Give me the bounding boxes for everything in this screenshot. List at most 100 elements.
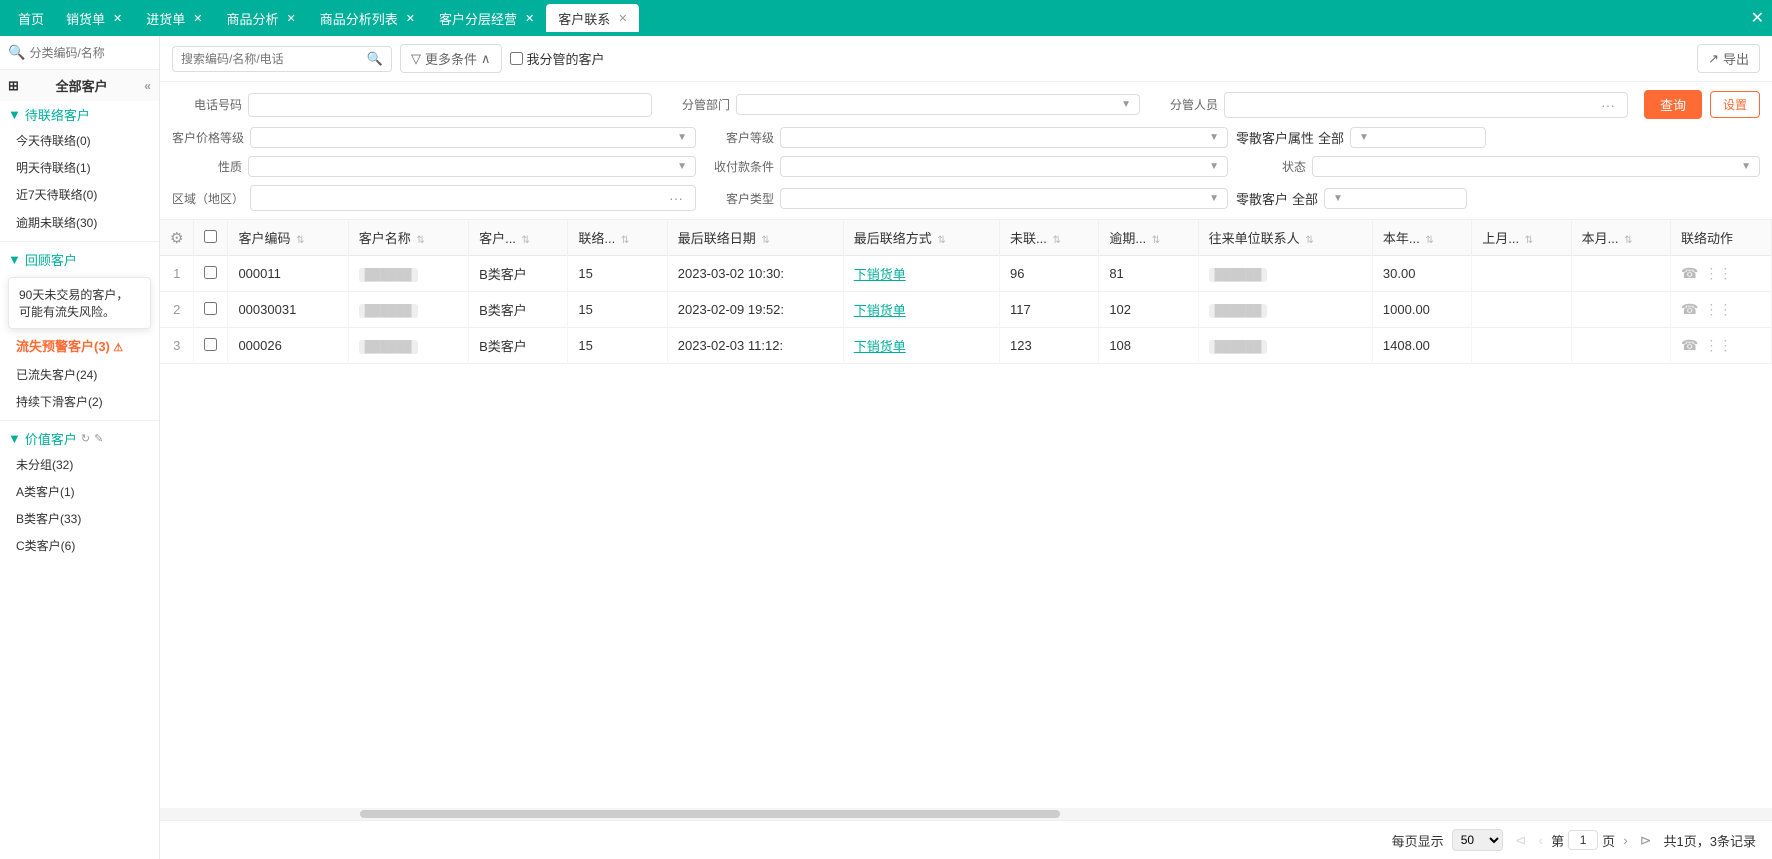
- tab-product-analysis[interactable]: 商品分析 ✕: [214, 4, 307, 32]
- sort-icon-unit-contact[interactable]: ⇅: [1305, 235, 1313, 246]
- sort-icon-name[interactable]: ⇅: [416, 235, 424, 246]
- row-2-checkbox[interactable]: [204, 302, 217, 315]
- edit-icon[interactable]: ✎: [94, 432, 103, 445]
- zero-customer-select[interactable]: ▼: [1324, 188, 1467, 209]
- gear-icon[interactable]: ⚙: [170, 230, 183, 247]
- sidebar-item-b-customers[interactable]: B类客户(33): [0, 506, 159, 533]
- row-1-select[interactable]: [194, 256, 228, 292]
- row-2-last-way[interactable]: 下销货单: [843, 292, 999, 328]
- th-checkbox[interactable]: [194, 220, 228, 256]
- sort-icon-contact-count[interactable]: ⇅: [621, 235, 629, 246]
- search-input[interactable]: [181, 52, 363, 66]
- tab-purchase-order[interactable]: 进货单 ✕: [134, 4, 214, 32]
- sort-icon-code[interactable]: ⇅: [296, 235, 304, 246]
- sort-icon-last-date[interactable]: ⇅: [761, 235, 769, 246]
- row-3-select[interactable]: [194, 328, 228, 364]
- dept-select[interactable]: ▼: [736, 94, 1140, 115]
- window-close-icon[interactable]: ✕: [1751, 8, 1764, 28]
- th-last-date[interactable]: 最后联络日期 ⇅: [667, 220, 843, 256]
- sidebar-item-a-customers[interactable]: A类客户(1): [0, 479, 159, 506]
- more-conditions-btn[interactable]: ▽ 更多条件 ∧: [400, 44, 502, 73]
- sidebar-item-churned[interactable]: 已流失客户(24): [0, 362, 159, 389]
- th-current-month[interactable]: 本月... ⇅: [1571, 220, 1670, 256]
- row-1-more-icon[interactable]: ⋮⋮: [1704, 265, 1732, 282]
- th-unit-contact[interactable]: 往来单位联系人 ⇅: [1198, 220, 1372, 256]
- row-3-checkbox[interactable]: [204, 338, 217, 351]
- region-select[interactable]: ···: [250, 185, 696, 211]
- sidebar-item-unclassified[interactable]: 未分组(32): [0, 452, 159, 479]
- my-customers-checkbox[interactable]: [510, 52, 523, 65]
- phone-input[interactable]: [248, 93, 652, 117]
- row-1-checkbox[interactable]: [204, 266, 217, 279]
- tab-purchase-order-close[interactable]: ✕: [193, 12, 202, 25]
- row-3-last-way[interactable]: 下销货单: [843, 328, 999, 364]
- sort-icon-uncontact[interactable]: ⇅: [1052, 235, 1060, 246]
- query-btn[interactable]: 查询: [1644, 90, 1702, 119]
- page-current[interactable]: 1: [1568, 830, 1598, 850]
- row-1-last-way[interactable]: 下销货单: [843, 256, 999, 292]
- settings-btn[interactable]: 设置: [1710, 91, 1760, 118]
- page-first-btn[interactable]: ⊲: [1511, 830, 1531, 851]
- payment-select[interactable]: ▼: [780, 156, 1228, 177]
- th-uncontact[interactable]: 未联... ⇅: [999, 220, 1098, 256]
- sort-icon-current-month[interactable]: ⇅: [1624, 235, 1632, 246]
- export-btn[interactable]: ↗ 导出: [1697, 44, 1760, 73]
- tab-customer-contact-close[interactable]: ✕: [618, 12, 627, 25]
- row-2-contact-icon[interactable]: ☎: [1681, 301, 1698, 318]
- select-all-checkbox[interactable]: [204, 230, 217, 243]
- tab-home[interactable]: 首页: [8, 9, 54, 28]
- person-select[interactable]: ···: [1224, 92, 1628, 118]
- row-1-contact-icon[interactable]: ☎: [1681, 265, 1698, 282]
- tab-product-analysis-list-close[interactable]: ✕: [406, 12, 415, 25]
- sidebar-search-input[interactable]: [29, 46, 160, 60]
- sidebar-group-review[interactable]: ▼ 回顾客户: [0, 246, 159, 273]
- th-code[interactable]: 客户编码 ⇅: [228, 220, 348, 256]
- th-contact-count[interactable]: 联络... ⇅: [568, 220, 667, 256]
- status-select[interactable]: ▼: [1312, 156, 1760, 177]
- row-3-more-icon[interactable]: ⋮⋮: [1704, 337, 1732, 354]
- page-prev-btn[interactable]: ‹: [1534, 830, 1547, 850]
- th-current-year[interactable]: 本年... ⇅: [1372, 220, 1471, 256]
- sort-icon-current-year[interactable]: ⇅: [1425, 235, 1433, 246]
- page-next-btn[interactable]: ›: [1619, 830, 1632, 850]
- sort-icon-type[interactable]: ⇅: [522, 235, 530, 246]
- sidebar-item-overdue-contact[interactable]: 逾期未联络(30): [0, 210, 159, 237]
- page-last-btn[interactable]: ⊳: [1636, 830, 1656, 851]
- sidebar-item-today-contact[interactable]: 今天待联络(0): [0, 128, 159, 155]
- scrollbar-thumb[interactable]: [360, 810, 1060, 818]
- row-2-select[interactable]: [194, 292, 228, 328]
- sort-icon-last-way[interactable]: ⇅: [937, 235, 945, 246]
- gender-select[interactable]: ▼: [248, 156, 696, 177]
- person-more-icon[interactable]: ···: [1597, 97, 1619, 113]
- sidebar-item-churn-warning[interactable]: 流失预警客户(3) ⚠: [0, 333, 159, 362]
- sidebar-group-value[interactable]: ▼ 价值客户 ↻ ✎: [0, 425, 159, 452]
- tab-product-analysis-close[interactable]: ✕: [287, 12, 296, 25]
- sidebar-collapse-btn[interactable]: «: [144, 79, 151, 93]
- row-2-more-icon[interactable]: ⋮⋮: [1704, 301, 1732, 318]
- th-settings[interactable]: ⚙: [160, 220, 194, 256]
- th-last-way[interactable]: 最后联络方式 ⇅: [843, 220, 999, 256]
- sort-icon-overdue[interactable]: ⇅: [1152, 235, 1160, 246]
- my-customers-label[interactable]: 我分管的客户: [510, 49, 605, 68]
- zero-attr-select[interactable]: ▼: [1350, 127, 1486, 148]
- price-level-select[interactable]: ▼: [250, 127, 696, 148]
- sidebar-item-declining[interactable]: 持续下滑客户(2): [0, 389, 159, 416]
- sidebar-item-7day-contact[interactable]: 近7天待联络(0): [0, 182, 159, 209]
- customer-level-select[interactable]: ▼: [780, 127, 1228, 148]
- refresh-icon[interactable]: ↻: [81, 432, 90, 445]
- sidebar-item-c-customers[interactable]: C类客户(6): [0, 533, 159, 560]
- customer-type-select[interactable]: ▼: [780, 188, 1228, 209]
- row-3-contact-icon[interactable]: ☎: [1681, 337, 1698, 354]
- tab-customer-segmentation-close[interactable]: ✕: [525, 12, 534, 25]
- tab-customer-segmentation[interactable]: 客户分层经营 ✕: [427, 4, 546, 32]
- sidebar-group-pending[interactable]: ▼ 待联络客户: [0, 101, 159, 128]
- th-overdue[interactable]: 逾期... ⇅: [1099, 220, 1198, 256]
- th-last-month[interactable]: 上月... ⇅: [1472, 220, 1571, 256]
- tab-sales-order-close[interactable]: ✕: [113, 12, 122, 25]
- region-more-icon[interactable]: ···: [665, 190, 687, 206]
- page-size-select[interactable]: 50 20 100: [1452, 829, 1503, 851]
- th-name[interactable]: 客户名称 ⇅: [348, 220, 468, 256]
- sidebar-all-customers[interactable]: ⊞ 全部客户 «: [0, 70, 159, 101]
- horizontal-scrollbar[interactable]: [160, 808, 1772, 820]
- tab-sales-order[interactable]: 销货单 ✕: [54, 4, 134, 32]
